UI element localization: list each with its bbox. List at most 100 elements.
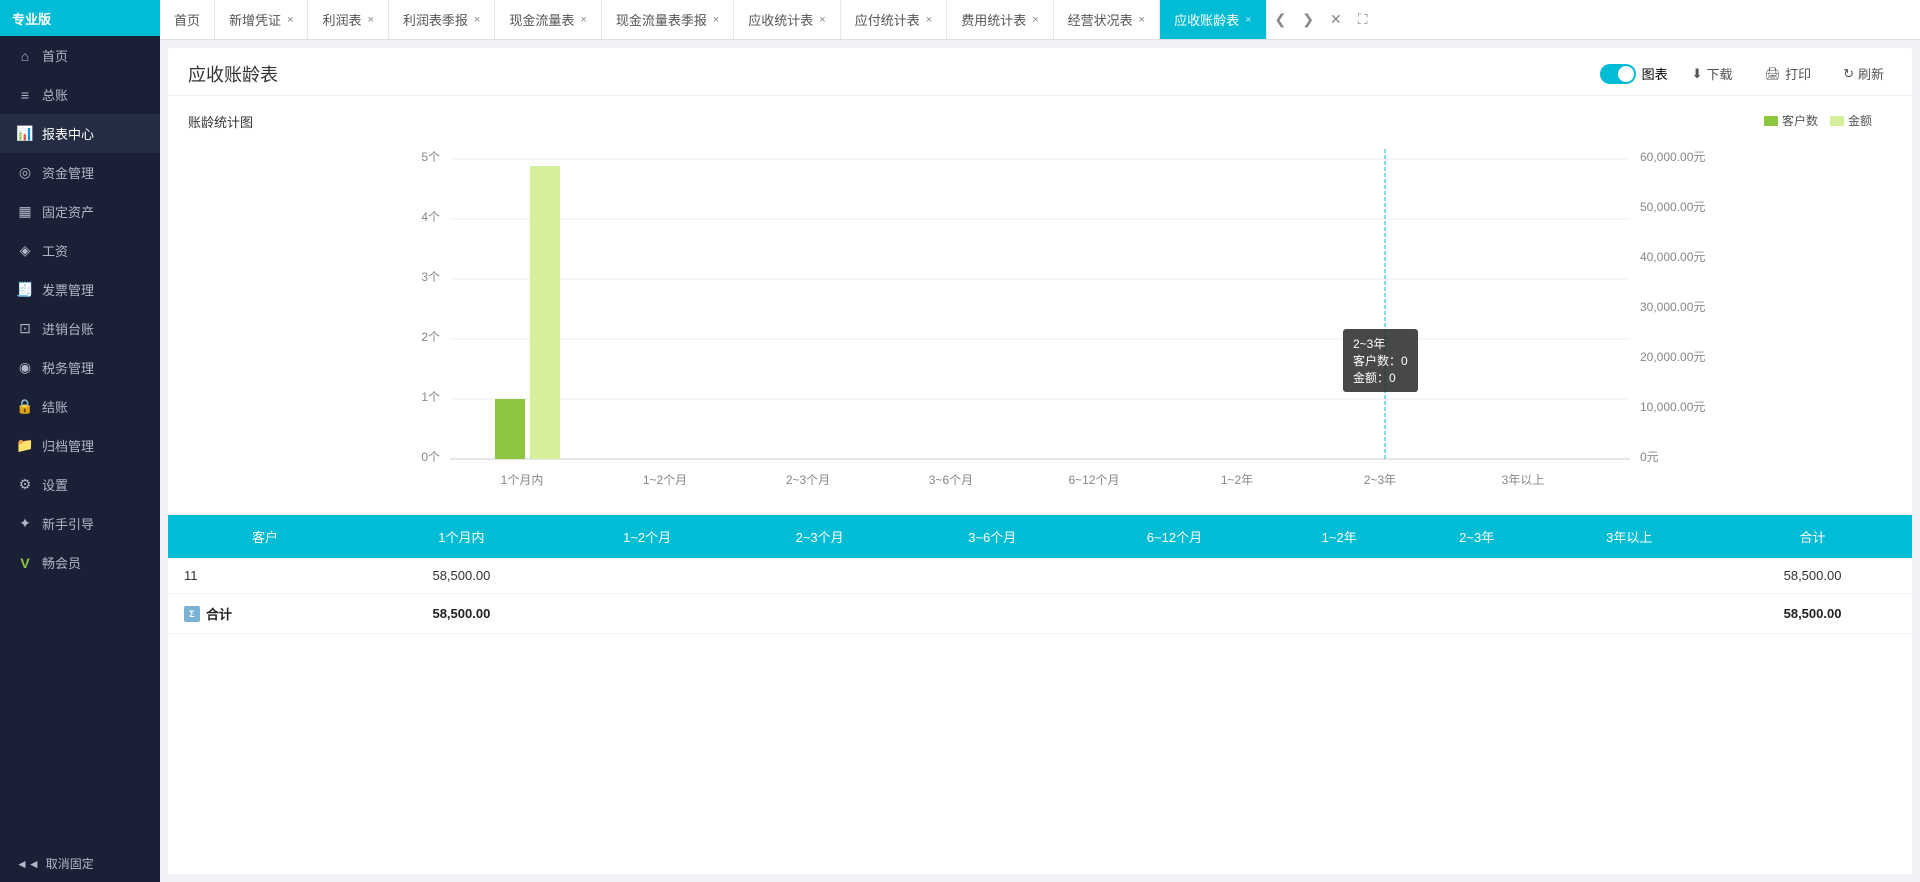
sidebar-item-assets[interactable]: ▦ 固定资产	[0, 192, 160, 231]
header-actions: 图表 ⬇ 下载 🖨 打印 ↻ 刷新	[1600, 60, 1892, 87]
inventory-icon: ⊡	[16, 320, 34, 337]
tab-scroll-right[interactable]: ❯	[1294, 0, 1322, 39]
col-m1-2: 1~2个月	[561, 515, 734, 558]
tab-cashflow-quarter-close[interactable]: ×	[713, 14, 719, 26]
svg-text:3~6个月: 3~6个月	[929, 473, 973, 487]
chart-toggle[interactable]: 图表	[1600, 64, 1668, 84]
sidebar-item-label: 新手引导	[42, 514, 94, 533]
svg-text:4个: 4个	[421, 210, 440, 224]
tab-ar-stats-close[interactable]: ×	[819, 14, 825, 26]
col-m6-12: 6~12个月	[1078, 515, 1270, 558]
sidebar-item-member[interactable]: V 畅会员	[0, 543, 160, 582]
cell-m1-2	[561, 558, 734, 594]
chart-legend: 客户数 金额	[1764, 112, 1872, 129]
collapse-sidebar-button[interactable]: ◄◄ 取消固定	[0, 845, 160, 882]
tab-business-status-close[interactable]: ×	[1139, 14, 1145, 26]
bar-m1-count	[495, 399, 525, 459]
sidebar-item-settings[interactable]: ⚙ 设置	[0, 465, 160, 504]
download-label: 下载	[1707, 64, 1733, 83]
tab-ar-aging-close[interactable]: ×	[1245, 14, 1251, 26]
tab-cashflow[interactable]: 现金流量表 ×	[495, 0, 601, 39]
sidebar-item-label: 设置	[42, 475, 68, 494]
sidebar-item-ledger[interactable]: ≡ 总账	[0, 75, 160, 114]
download-button[interactable]: ⬇ 下载	[1684, 60, 1741, 87]
tab-business-status-label: 经营状况表	[1068, 10, 1133, 29]
collapse-label: 取消固定	[46, 855, 94, 872]
funds-icon: ◎	[16, 164, 34, 181]
tab-cashflow-close[interactable]: ×	[580, 14, 586, 26]
tab-voucher[interactable]: 新增凭证 ×	[215, 0, 308, 39]
sidebar-item-label: 结账	[42, 397, 68, 416]
svg-text:3个: 3个	[421, 270, 440, 284]
tab-profit-close[interactable]: ×	[367, 14, 373, 26]
col-y3plus: 3年以上	[1545, 515, 1713, 558]
tab-expense-stats[interactable]: 费用统计表 ×	[947, 0, 1053, 39]
sidebar-item-label: 总账	[42, 85, 68, 104]
total-y3plus	[1545, 594, 1713, 634]
tab-home[interactable]: 首页	[160, 0, 215, 39]
tab-profit-quarter[interactable]: 利润表季报 ×	[389, 0, 495, 39]
tab-bar: 首页 新增凭证 × 利润表 × 利润表季报 × 现金流量表 × 现金流量表季报 …	[160, 0, 1920, 40]
payroll-icon: ◈	[16, 242, 34, 259]
refresh-button[interactable]: ↻ 刷新	[1835, 60, 1892, 87]
tab-ar-aging[interactable]: 应收账龄表 ×	[1160, 0, 1266, 39]
sidebar-item-tax[interactable]: ◉ 税务管理	[0, 348, 160, 387]
col-y2-3: 2~3年	[1408, 515, 1546, 558]
total-m2-3	[733, 594, 906, 634]
content-area: 应收账龄表 图表 ⬇ 下载 🖨 打印 ↻ 刷新	[168, 48, 1912, 874]
sidebar-item-guide[interactable]: ✦ 新手引导	[0, 504, 160, 543]
sidebar-item-archive[interactable]: 📁 归档管理	[0, 426, 160, 465]
table-row: 11 58,500.00 58,500.00	[168, 558, 1912, 594]
toggle-knob[interactable]	[1600, 64, 1636, 84]
cell-m6-12	[1078, 558, 1270, 594]
tab-cashflow-quarter[interactable]: 现金流量表季报 ×	[602, 0, 734, 39]
print-button[interactable]: 🖨 打印	[1757, 60, 1820, 87]
tab-ap-stats-label: 应付统计表	[855, 10, 920, 29]
tab-scroll-left[interactable]: ❮	[1267, 0, 1295, 39]
col-m1: 1个月内	[362, 515, 561, 558]
tab-ar-aging-label: 应收账龄表	[1174, 10, 1239, 29]
tab-profit-quarter-close[interactable]: ×	[474, 14, 480, 26]
invoices-icon: 🧾	[16, 281, 34, 298]
total-label-cell: Σ 合计	[168, 594, 362, 633]
tab-voucher-label: 新增凭证	[229, 10, 281, 29]
sidebar-item-closing[interactable]: 🔒 结账	[0, 387, 160, 426]
sidebar-item-invoices[interactable]: 🧾 发票管理	[0, 270, 160, 309]
total-m1: 58,500.00	[362, 594, 561, 634]
sidebar-item-home[interactable]: ⌂ 首页	[0, 36, 160, 75]
tab-expense-stats-close[interactable]: ×	[1032, 14, 1038, 26]
tab-business-status[interactable]: 经营状况表 ×	[1054, 0, 1160, 39]
legend-customer-count: 客户数	[1764, 112, 1818, 129]
tab-ar-stats[interactable]: 应收统计表 ×	[734, 0, 840, 39]
member-icon: V	[16, 555, 34, 571]
sidebar-item-label: 报表中心	[42, 124, 94, 143]
svg-text:2个: 2个	[421, 330, 440, 344]
tab-voucher-close[interactable]: ×	[287, 14, 293, 26]
bar-chart: 5个 4个 3个 2个 1个 0个 60,000.00元 50,000.00元 …	[188, 139, 1892, 499]
tab-ap-stats[interactable]: 应付统计表 ×	[841, 0, 947, 39]
collapse-icon: ◄◄	[16, 857, 40, 871]
tab-home-label: 首页	[174, 10, 200, 29]
cell-y3plus	[1545, 558, 1713, 594]
total-icon: Σ	[184, 606, 200, 622]
sidebar-item-inventory[interactable]: ⊡ 进销台账	[0, 309, 160, 348]
sidebar-item-funds[interactable]: ◎ 资金管理	[0, 153, 160, 192]
sidebar-item-reports[interactable]: 📊 报表中心	[0, 114, 160, 153]
sidebar-item-label: 畅会员	[42, 553, 81, 572]
tax-icon: ◉	[16, 359, 34, 376]
tab-profit[interactable]: 利润表 ×	[308, 0, 388, 39]
sidebar: 专业版 ⌂ 首页 ≡ 总账 📊 报表中心 ◎ 资金管理 ▦ 固定资产 ◈ 工资 …	[0, 0, 160, 882]
tab-fullscreen[interactable]: ⛶	[1350, 0, 1376, 39]
tab-close-all[interactable]: ✕	[1322, 0, 1350, 39]
tab-cashflow-quarter-label: 现金流量表季报	[616, 10, 707, 29]
bar-m1-amount	[530, 166, 560, 459]
sidebar-item-label: 进销台账	[42, 319, 94, 338]
reports-icon: 📊	[16, 125, 34, 142]
total-total: 58,500.00	[1713, 594, 1912, 634]
tab-ap-stats-close[interactable]: ×	[926, 14, 932, 26]
cell-m2-3	[733, 558, 906, 594]
cell-y1-2	[1270, 558, 1408, 594]
sidebar-item-payroll[interactable]: ◈ 工资	[0, 231, 160, 270]
svg-text:1~2个月: 1~2个月	[643, 473, 687, 487]
total-row: Σ 合计 58,500.00 58,500.00	[168, 594, 1912, 634]
